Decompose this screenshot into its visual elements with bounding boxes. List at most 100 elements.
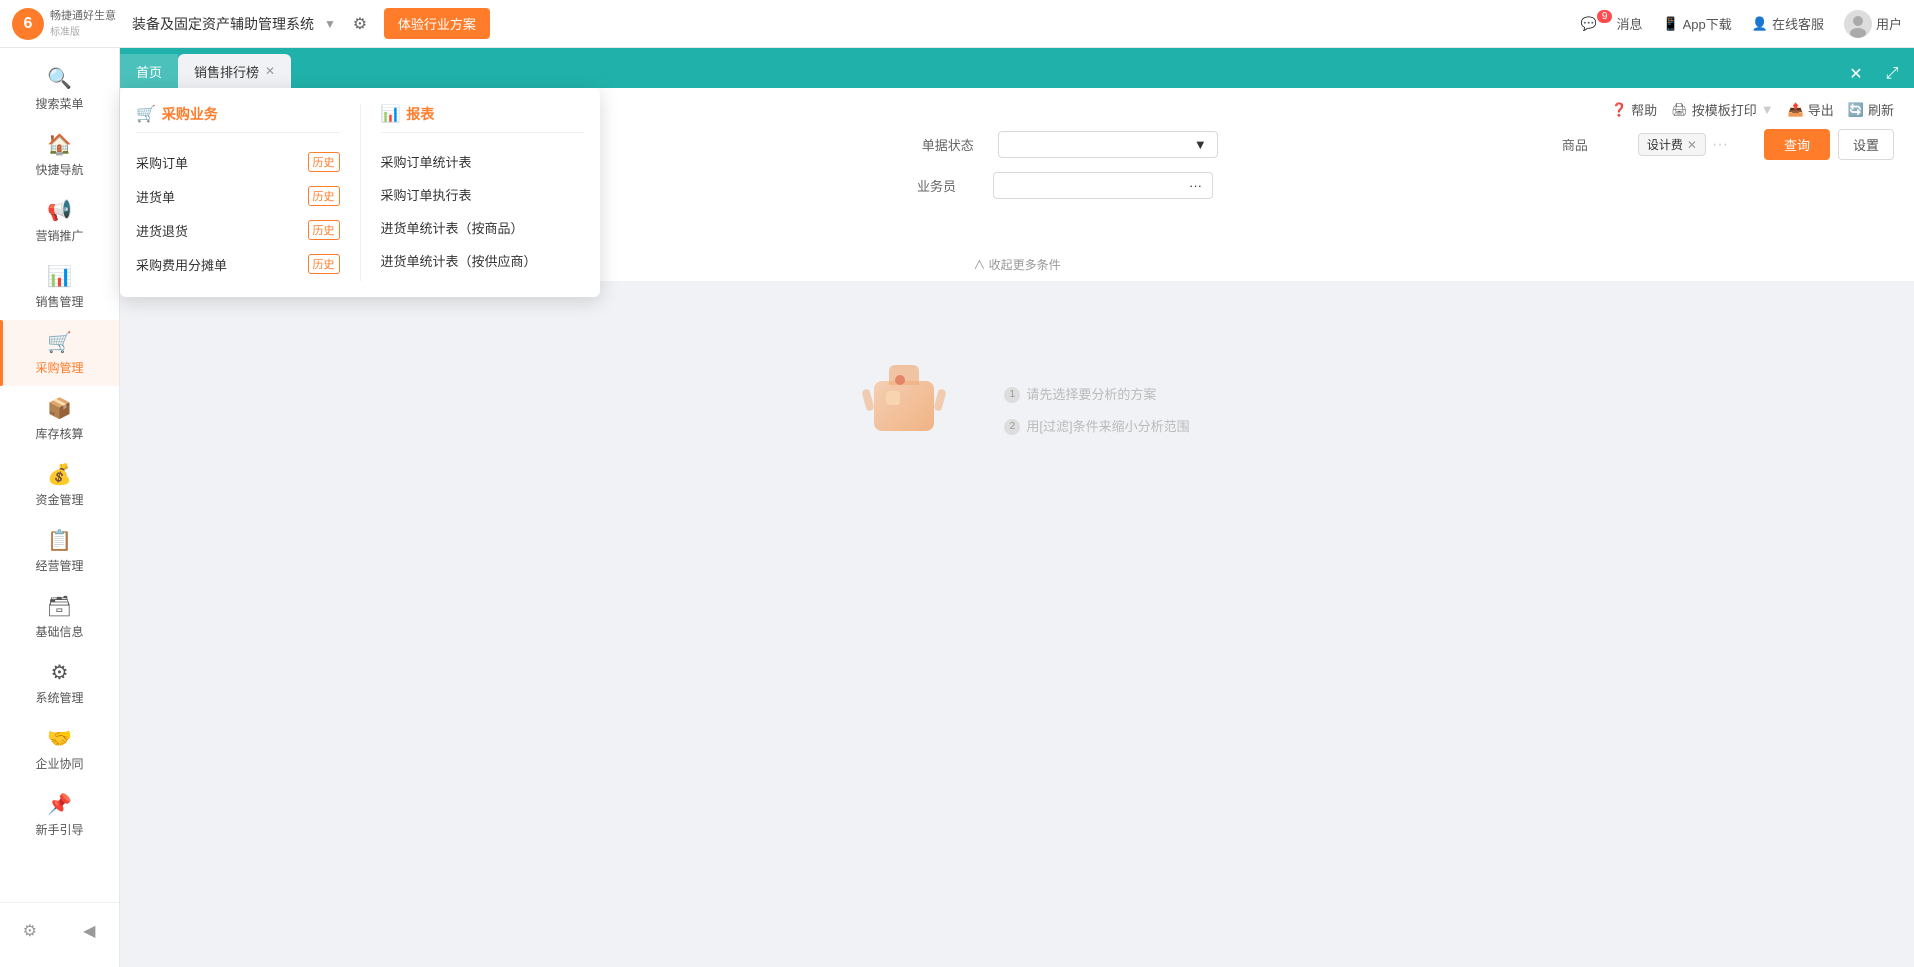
incoming-label: 进货单 bbox=[136, 187, 300, 206]
online-service-label: 在线客服 bbox=[1772, 14, 1824, 33]
refresh-btn[interactable]: 🔄 刷新 bbox=[1848, 100, 1894, 119]
guide-icon: 📌 bbox=[47, 792, 72, 817]
sidebar-item-base-info[interactable]: 🗃 基础信息 bbox=[0, 584, 119, 650]
tab-sales-ranking[interactable]: 销售排行榜 ✕ bbox=[178, 54, 291, 88]
empty-hint2: 用[过滤]条件来缩小分析范围 bbox=[1026, 414, 1189, 440]
menu-item-purchase-order[interactable]: 采购订单 历史 bbox=[136, 145, 340, 179]
sidebar-item-marketing[interactable]: 📢 营销推广 bbox=[0, 188, 119, 254]
query-btn[interactable]: 查询 bbox=[1764, 129, 1830, 160]
sidebar-label-quick-nav: 快捷导航 bbox=[35, 161, 83, 178]
system-icon: ⚙ bbox=[51, 660, 69, 685]
sidebar-item-cooperation[interactable]: 🤝 企业协同 bbox=[0, 716, 119, 782]
sys-dropdown-arrow[interactable]: ▼ bbox=[324, 17, 336, 31]
sidebar-item-operations[interactable]: 📋 经营管理 bbox=[0, 518, 119, 584]
purchase-section: 🛒 采购业务 采购订单 历史 进货单 历史 进货退货 历史 采购费用分摊单 历史 bbox=[136, 104, 340, 281]
salesperson-label: 业务员 bbox=[917, 176, 977, 195]
logo-area: 6 畅捷通好生意 标准版 bbox=[12, 8, 132, 40]
sidebar-item-sales[interactable]: 📊 销售管理 bbox=[0, 254, 119, 320]
user-action[interactable]: 用户 bbox=[1844, 10, 1902, 38]
app-download-label: App下载 bbox=[1683, 14, 1732, 33]
operations-icon: 📋 bbox=[47, 528, 72, 553]
return-hist[interactable]: 历史 bbox=[308, 220, 340, 240]
header-settings-icon[interactable]: ⚙ bbox=[346, 10, 374, 38]
sidebar-item-search[interactable]: 🔍 搜索菜单 bbox=[0, 56, 119, 122]
salesperson-dropdown-icon: ··· bbox=[1189, 178, 1202, 193]
print-icon: 🖨 bbox=[1671, 102, 1688, 118]
tab-close-icon[interactable]: ✕ bbox=[265, 64, 275, 78]
empty-state: 1 请先选择要分析的方案 2 用[过滤]条件来缩小分析范围 bbox=[120, 281, 1914, 541]
sidebar-item-finance[interactable]: 💰 资金管理 bbox=[0, 452, 119, 518]
report-section: 📊 报表 采购订单统计表 采购订单执行表 进货单统计表（按商品） 进货单统计表（… bbox=[381, 104, 585, 281]
menu-item-order-exec[interactable]: 采购订单执行表 bbox=[381, 178, 585, 211]
message-action[interactable]: 💬 9 消息 bbox=[1581, 14, 1643, 33]
tab-home[interactable]: 首页 bbox=[120, 54, 178, 88]
purchase-order-label: 采购订单 bbox=[136, 153, 300, 172]
user-avatar bbox=[1844, 10, 1872, 38]
goods-more-dots[interactable]: ··· bbox=[1712, 136, 1728, 154]
sidebar-item-guide[interactable]: 📌 新手引导 bbox=[0, 782, 119, 848]
tab-fullscreen-btn[interactable]: ⤢ bbox=[1878, 60, 1906, 88]
sidebar-label-system: 系统管理 bbox=[35, 689, 83, 706]
print-btn[interactable]: 🖨 按模板打印 ▼ bbox=[1671, 100, 1773, 119]
incoming-stat-goods-label: 进货单统计表（按商品） bbox=[381, 218, 585, 237]
print-label: 按模板打印 bbox=[1692, 100, 1757, 119]
sidebar-label-marketing: 营销推广 bbox=[35, 227, 83, 244]
sidebar-label-purchase: 采购管理 bbox=[35, 359, 83, 376]
sidebar-item-system[interactable]: ⚙ 系统管理 bbox=[0, 650, 119, 716]
incoming-stat-supplier-label: 进货单统计表（按供应商） bbox=[381, 251, 585, 270]
sidebar-bottom-settings[interactable]: ⚙ bbox=[12, 913, 48, 949]
sidebar: 🔍 搜索菜单 🏠 快捷导航 📢 营销推广 📊 销售管理 🛒 采购管理 📦 库存核… bbox=[0, 48, 120, 967]
purchase-section-icon: 🛒 bbox=[136, 104, 156, 124]
sidebar-item-inventory[interactable]: 📦 库存核算 bbox=[0, 386, 119, 452]
expense-hist[interactable]: 历史 bbox=[308, 254, 340, 274]
logo-icon: 6 bbox=[12, 8, 44, 40]
expense-label: 采购费用分摊单 bbox=[136, 255, 300, 274]
doc-status-select[interactable]: ▼ bbox=[998, 131, 1218, 158]
menu-item-incoming-stat-supplier[interactable]: 进货单统计表（按供应商） bbox=[381, 244, 585, 277]
message-badge: 9 bbox=[1597, 10, 1613, 23]
salesperson-select[interactable]: ··· bbox=[993, 172, 1213, 199]
industry-btn[interactable]: 体验行业方案 bbox=[384, 8, 490, 39]
menu-item-expense[interactable]: 采购费用分摊单 历史 bbox=[136, 247, 340, 281]
goods-tag-close[interactable]: ✕ bbox=[1687, 138, 1697, 152]
sales-icon: 📊 bbox=[47, 264, 72, 289]
collapse-icon: ∧ bbox=[973, 258, 985, 272]
header-middle: 装备及固定资产辅助管理系统 ▼ ⚙ 体验行业方案 bbox=[132, 8, 1581, 39]
menu-item-order-stat[interactable]: 采购订单统计表 bbox=[381, 145, 585, 178]
logo-badge: 标准版 bbox=[50, 23, 116, 38]
sidebar-item-quick-nav[interactable]: 🏠 快捷导航 bbox=[0, 122, 119, 188]
message-icon: 💬 bbox=[1581, 16, 1597, 32]
order-stat-label: 采购订单统计表 bbox=[381, 152, 585, 171]
sidebar-item-purchase[interactable]: 🛒 采购管理 bbox=[0, 320, 119, 386]
menu-divider bbox=[360, 104, 361, 281]
report-section-title: 📊 报表 bbox=[381, 104, 585, 133]
export-label: 导出 bbox=[1808, 100, 1834, 119]
sidebar-label-sales: 销售管理 bbox=[35, 293, 83, 310]
settings-btn[interactable]: 设置 bbox=[1838, 129, 1894, 160]
help-btn[interactable]: ❓ 帮助 bbox=[1611, 100, 1657, 119]
sidebar-label-guide: 新手引导 bbox=[35, 821, 83, 838]
tab-home-label: 首页 bbox=[136, 62, 162, 81]
search-icon: 🔍 bbox=[47, 66, 72, 91]
refresh-icon: 🔄 bbox=[1848, 102, 1864, 118]
purchase-icon: 🛒 bbox=[47, 330, 72, 355]
message-label: 消息 bbox=[1616, 14, 1642, 33]
sidebar-label-operations: 经营管理 bbox=[35, 557, 83, 574]
sidebar-label-base-info: 基础信息 bbox=[35, 623, 83, 640]
incoming-hist[interactable]: 历史 bbox=[308, 186, 340, 206]
sidebar-collapse-btn[interactable]: ◀ bbox=[71, 913, 107, 949]
export-btn[interactable]: 📤 导出 bbox=[1788, 100, 1834, 119]
menu-item-incoming[interactable]: 进货单 历史 bbox=[136, 179, 340, 213]
sidebar-label-cooperation: 企业协同 bbox=[35, 755, 83, 772]
app-download-action[interactable]: 📱 App下载 bbox=[1662, 14, 1731, 33]
online-service-action[interactable]: 👤 在线客服 bbox=[1752, 14, 1824, 33]
menu-item-return[interactable]: 进货退货 历史 bbox=[136, 213, 340, 247]
phone-icon: 📱 bbox=[1662, 16, 1678, 32]
purchase-order-hist[interactable]: 历史 bbox=[308, 152, 340, 172]
tab-close-btn[interactable]: ✕ bbox=[1842, 60, 1870, 88]
goods-tag-value: 设计费 bbox=[1647, 136, 1683, 153]
menu-item-incoming-stat-goods[interactable]: 进货单统计表（按商品） bbox=[381, 211, 585, 244]
sidebar-label-search: 搜索菜单 bbox=[35, 95, 83, 112]
empty-illustration bbox=[844, 361, 964, 461]
goods-label: 商品 bbox=[1562, 135, 1622, 154]
